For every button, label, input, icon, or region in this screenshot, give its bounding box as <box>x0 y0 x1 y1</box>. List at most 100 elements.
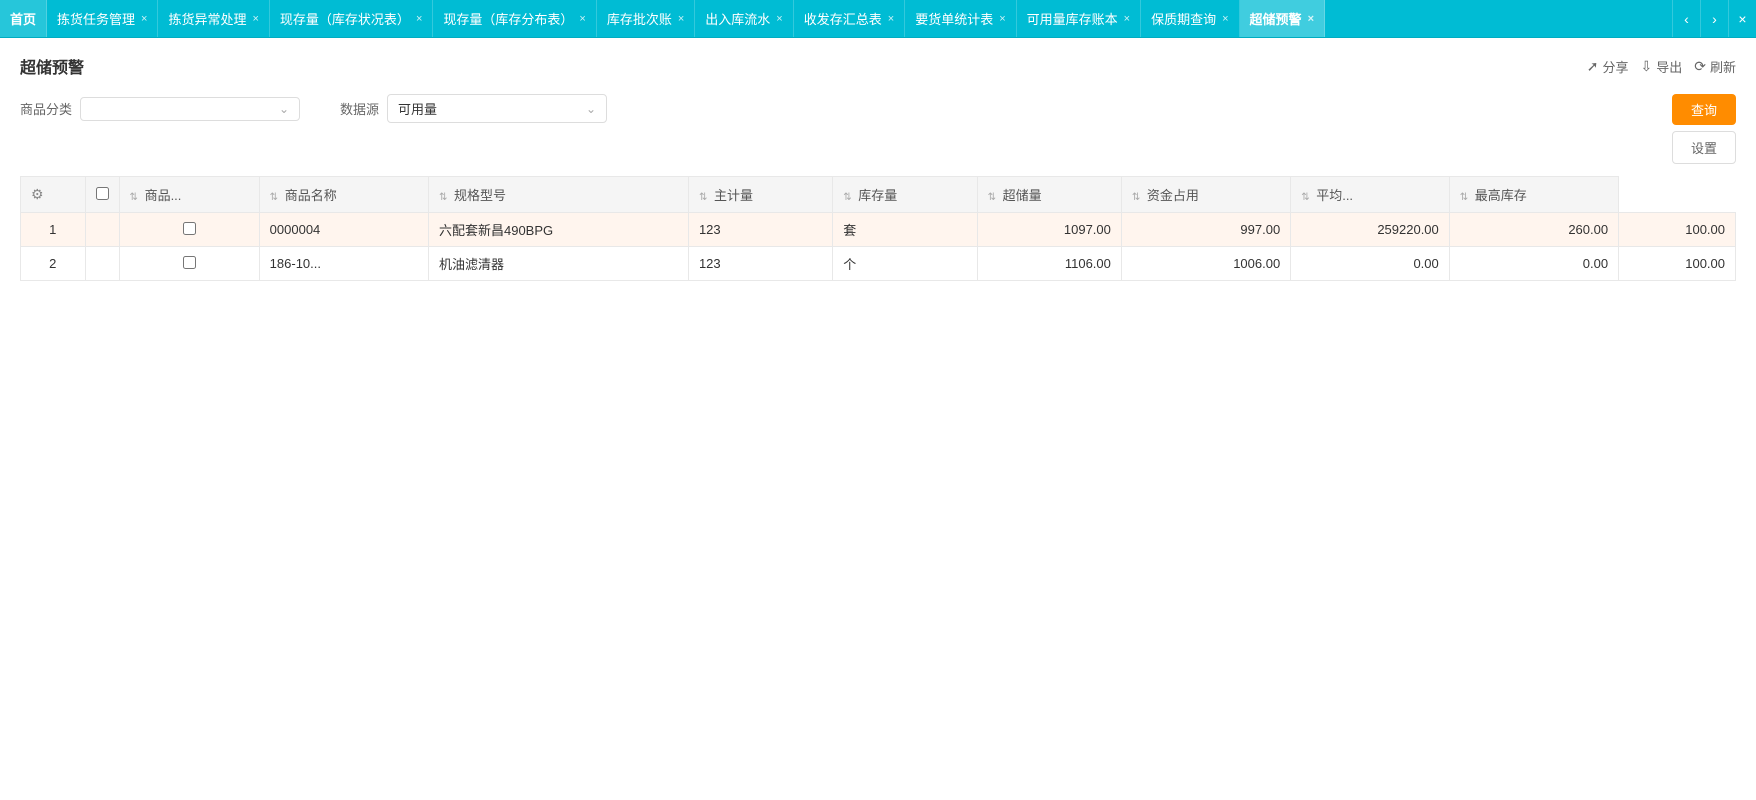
td-overstock-0: 997.00 <box>1121 213 1290 247</box>
page-actions: ➚ 分享 ⇩ 导出 ⟳ 刷新 <box>1587 57 1736 76</box>
nav-available-stock-close[interactable]: × <box>1124 13 1130 25</box>
data-table: ⚙ ⇅ 商品... ⇅ 商品名称 ⇅ 规格型号 ⇅ <box>20 176 1736 281</box>
td-avg-1: 0.00 <box>1449 247 1618 281</box>
nav-order-stats-close[interactable]: × <box>999 13 1005 25</box>
td-checkbox-0[interactable] <box>119 213 259 247</box>
th-overstock[interactable]: ⇅ 超储量 <box>977 177 1121 213</box>
nav-stock-status[interactable]: 现存量（库存状况表） × <box>270 0 433 37</box>
td-checkbox-1[interactable] <box>119 247 259 281</box>
nav-order-stats-label: 要货单统计表 <box>915 9 993 28</box>
overstock-sort-icon: ⇅ <box>988 192 996 203</box>
th-select-all[interactable] <box>85 177 119 213</box>
filter-datasource-group: 数据源 可用量 ⌄ <box>340 94 607 123</box>
nav-stock-batch[interactable]: 库存批次账 × <box>597 0 695 37</box>
nav-stock-status-close[interactable]: × <box>416 13 422 25</box>
product-name-header: 商品名称 <box>285 188 337 203</box>
th-stock[interactable]: ⇅ 库存量 <box>833 177 977 213</box>
nav-stock-status-label: 现存量（库存状况表） <box>280 9 410 28</box>
refresh-action[interactable]: ⟳ 刷新 <box>1694 57 1736 76</box>
nav-stock-dist[interactable]: 现存量（库存分布表） × <box>433 0 596 37</box>
nav-expiry-label: 保质期查询 <box>1151 9 1216 28</box>
td-avg-0: 260.00 <box>1449 213 1618 247</box>
td-spec-0: 123 <box>688 213 832 247</box>
nav-arrow-right[interactable]: › <box>1700 0 1728 37</box>
td-max-stock-0: 100.00 <box>1619 213 1736 247</box>
th-unit[interactable]: ⇅ 主计量 <box>688 177 832 213</box>
nav-pick-exception-label: 拣货异常处理 <box>168 9 246 28</box>
th-product-code[interactable]: ⇅ 商品... <box>119 177 259 213</box>
nav-pick-task-close[interactable]: × <box>141 13 147 25</box>
nav-stock-batch-close[interactable]: × <box>678 13 684 25</box>
datasource-arrow-icon: ⌄ <box>586 102 596 116</box>
unit-sort-icon: ⇅ <box>699 192 707 203</box>
td-gear-1 <box>85 247 119 281</box>
th-spec[interactable]: ⇅ 规格型号 <box>428 177 688 213</box>
category-select[interactable]: ⌄ <box>80 97 300 121</box>
nav-arrow-group: ‹ › × <box>1672 0 1756 37</box>
td-capital-1: 0.00 <box>1291 247 1450 281</box>
avg-sort-icon: ⇅ <box>1301 192 1309 203</box>
refresh-label: 刷新 <box>1710 57 1736 76</box>
td-product-code-1: 186-10... <box>259 247 428 281</box>
share-action[interactable]: ➚ 分享 <box>1587 57 1629 76</box>
stock-header: 库存量 <box>858 188 897 203</box>
refresh-icon: ⟳ <box>1694 58 1706 75</box>
nav-inout-flow-close[interactable]: × <box>776 13 782 25</box>
gear-icon[interactable]: ⚙ <box>31 186 44 202</box>
td-stock-1: 1106.00 <box>977 247 1121 281</box>
row-checkbox-1[interactable] <box>183 256 196 269</box>
nav-expiry-close[interactable]: × <box>1222 13 1228 25</box>
row-checkbox-0[interactable] <box>183 222 196 235</box>
td-max-stock-1: 100.00 <box>1619 247 1736 281</box>
nav-inout-flow[interactable]: 出入库流水 × <box>695 0 793 37</box>
nav-summary-close[interactable]: × <box>888 13 894 25</box>
query-button[interactable]: 查询 <box>1672 94 1736 125</box>
nav-inout-flow-label: 出入库流水 <box>705 9 770 28</box>
export-action[interactable]: ⇩ 导出 <box>1641 57 1683 76</box>
nav-home[interactable]: 首页 <box>0 0 47 37</box>
product-name-sort-icon: ⇅ <box>270 192 278 203</box>
datasource-select[interactable]: 可用量 ⌄ <box>387 94 607 123</box>
nav-available-stock[interactable]: 可用量库存账本 × <box>1017 0 1141 37</box>
nav-pick-task[interactable]: 拣货任务管理 × <box>47 0 158 37</box>
nav-overstock-label: 超储预警 <box>1250 9 1302 28</box>
th-avg[interactable]: ⇅ 平均... <box>1291 177 1450 213</box>
table-body: 1 0000004 六配套新昌490BPG 123 套 1097.00 997.… <box>21 213 1736 281</box>
th-max-stock[interactable]: ⇅ 最高库存 <box>1449 177 1618 213</box>
select-all-checkbox[interactable] <box>96 187 109 200</box>
max-stock-sort-icon: ⇅ <box>1460 192 1468 203</box>
spec-sort-icon: ⇅ <box>439 192 447 203</box>
top-navigation: 首页 拣货任务管理 × 拣货异常处理 × 现存量（库存状况表） × 现存量（库存… <box>0 0 1756 38</box>
nav-pick-exception[interactable]: 拣货异常处理 × <box>158 0 269 37</box>
th-product-name[interactable]: ⇅ 商品名称 <box>259 177 428 213</box>
capital-header: 资金占用 <box>1147 188 1199 203</box>
td-capital-0: 259220.00 <box>1291 213 1450 247</box>
nav-order-stats[interactable]: 要货单统计表 × <box>905 0 1016 37</box>
filter-category-group: 商品分类 ⌄ <box>20 97 300 121</box>
th-capital[interactable]: ⇅ 资金占用 <box>1121 177 1290 213</box>
nav-summary-label: 收发存汇总表 <box>804 9 882 28</box>
nav-summary[interactable]: 收发存汇总表 × <box>794 0 905 37</box>
nav-arrow-close[interactable]: × <box>1728 0 1756 37</box>
td-index-0: 1 <box>21 213 86 247</box>
nav-pick-exception-close[interactable]: × <box>252 13 258 25</box>
page-title: 超储预警 <box>20 54 84 78</box>
page-content: 超储预警 ➚ 分享 ⇩ 导出 ⟳ 刷新 商品分类 ⌄ <box>0 38 1756 800</box>
td-spec-1: 123 <box>688 247 832 281</box>
page-header: 超储预警 ➚ 分享 ⇩ 导出 ⟳ 刷新 <box>20 54 1736 78</box>
nav-expiry[interactable]: 保质期查询 × <box>1141 0 1239 37</box>
nav-pick-task-label: 拣货任务管理 <box>57 9 135 28</box>
category-label: 商品分类 <box>20 99 72 118</box>
table-header-row: ⚙ ⇅ 商品... ⇅ 商品名称 ⇅ 规格型号 ⇅ <box>21 177 1736 213</box>
unit-header: 主计量 <box>714 188 753 203</box>
td-unit-0: 套 <box>833 213 977 247</box>
nav-overstock-close[interactable]: × <box>1308 13 1314 25</box>
th-gear: ⚙ <box>21 177 86 213</box>
max-stock-header: 最高库存 <box>1475 188 1527 203</box>
filter-buttons: 查询 设置 <box>1672 94 1736 164</box>
nav-arrow-left[interactable]: ‹ <box>1672 0 1700 37</box>
settings-button[interactable]: 设置 <box>1672 131 1736 164</box>
td-product-name-0: 六配套新昌490BPG <box>428 213 688 247</box>
nav-stock-dist-close[interactable]: × <box>579 13 585 25</box>
nav-overstock[interactable]: 超储预警 × <box>1240 0 1325 37</box>
